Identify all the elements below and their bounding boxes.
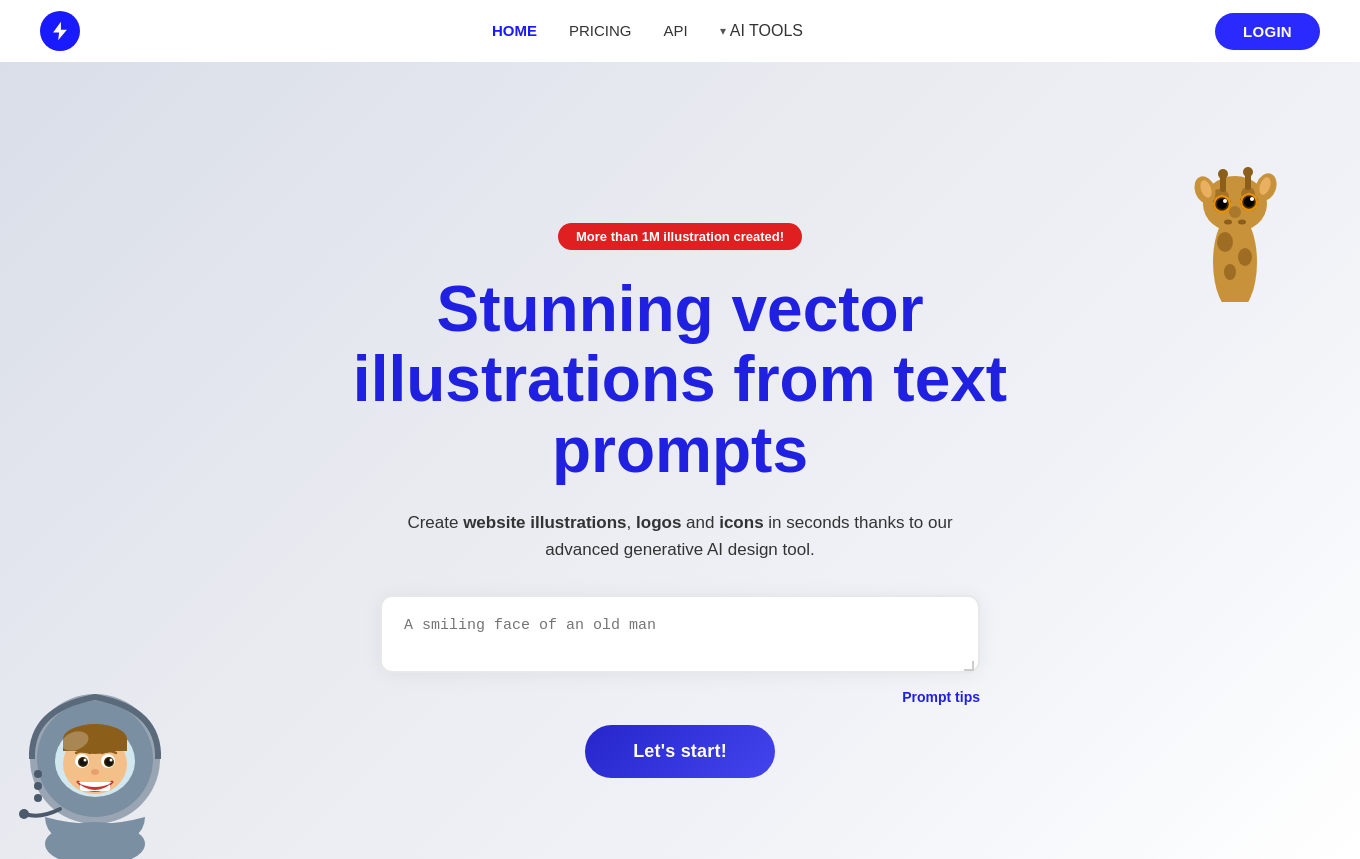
subtext-bold3: icons (719, 513, 763, 532)
nav-item-home[interactable]: HOME (492, 22, 537, 40)
ai-tools-dropdown[interactable]: ▾ AI TOOLS (720, 22, 803, 40)
subtext-plain1: Create (407, 513, 463, 532)
chevron-down-icon: ▾ (720, 24, 726, 38)
subtext-bold2: logos (636, 513, 681, 532)
nav-link-api[interactable]: API (664, 22, 688, 39)
ai-tools-label: AI TOOLS (730, 22, 803, 40)
nav-item-pricing[interactable]: PRICING (569, 22, 632, 40)
milestone-badge: More than 1M illustration created! (558, 223, 802, 250)
nav-link-home[interactable]: HOME (492, 22, 537, 39)
headline-line1: Stunning vector (436, 273, 923, 345)
astronaut-svg (0, 669, 190, 859)
svg-point-26 (1224, 220, 1232, 225)
giraffe-svg (1170, 132, 1300, 302)
svg-point-41 (110, 759, 113, 762)
nav-links: HOME PRICING API ▾ AI TOOLS (492, 22, 803, 40)
svg-point-27 (1238, 220, 1246, 225)
headline-line2: illustrations from text (353, 343, 1007, 415)
svg-point-13 (1218, 169, 1228, 179)
svg-point-48 (19, 809, 29, 819)
nav-link-pricing[interactable]: PRICING (569, 22, 632, 39)
svg-point-4 (1224, 264, 1236, 280)
headline-line3: prompts (552, 414, 808, 486)
navbar: HOME PRICING API ▾ AI TOOLS LOGIN (0, 0, 1360, 62)
hero-headline: Stunning vector illustrations from text … (353, 274, 1007, 485)
svg-point-24 (1223, 199, 1227, 203)
svg-point-46 (34, 782, 42, 790)
resize-handle (964, 661, 974, 671)
svg-point-3 (1238, 248, 1252, 266)
prompt-tips-row: Prompt tips (380, 689, 980, 705)
svg-point-15 (1243, 167, 1253, 177)
prompt-container (380, 595, 980, 677)
subtext-bold1: website illustrations (463, 513, 626, 532)
login-button[interactable]: LOGIN (1215, 13, 1320, 50)
svg-point-7 (1229, 206, 1241, 218)
prompt-input[interactable] (380, 595, 980, 673)
svg-point-25 (1250, 197, 1254, 201)
nav-item-api[interactable]: API (664, 22, 688, 40)
svg-point-47 (34, 794, 42, 802)
hero-section: More than 1M illustration created! Stunn… (0, 62, 1360, 859)
subtext-plain3: and (681, 513, 719, 532)
giraffe-illustration (1170, 132, 1300, 302)
logo[interactable] (40, 11, 80, 51)
svg-point-40 (84, 759, 87, 762)
svg-point-42 (91, 769, 99, 775)
nav-item-ai-tools[interactable]: ▾ AI TOOLS (720, 22, 803, 40)
cta-button[interactable]: Let's start! (585, 725, 775, 778)
astronaut-illustration (0, 669, 190, 859)
hero-subtext: Create website illustrations, logos and … (390, 509, 970, 563)
subtext-plain2: , (627, 513, 636, 532)
svg-point-2 (1217, 232, 1233, 252)
lightning-icon (49, 20, 71, 42)
svg-point-45 (34, 770, 42, 778)
logo-icon (40, 11, 80, 51)
prompt-tips-link[interactable]: Prompt tips (902, 689, 980, 705)
